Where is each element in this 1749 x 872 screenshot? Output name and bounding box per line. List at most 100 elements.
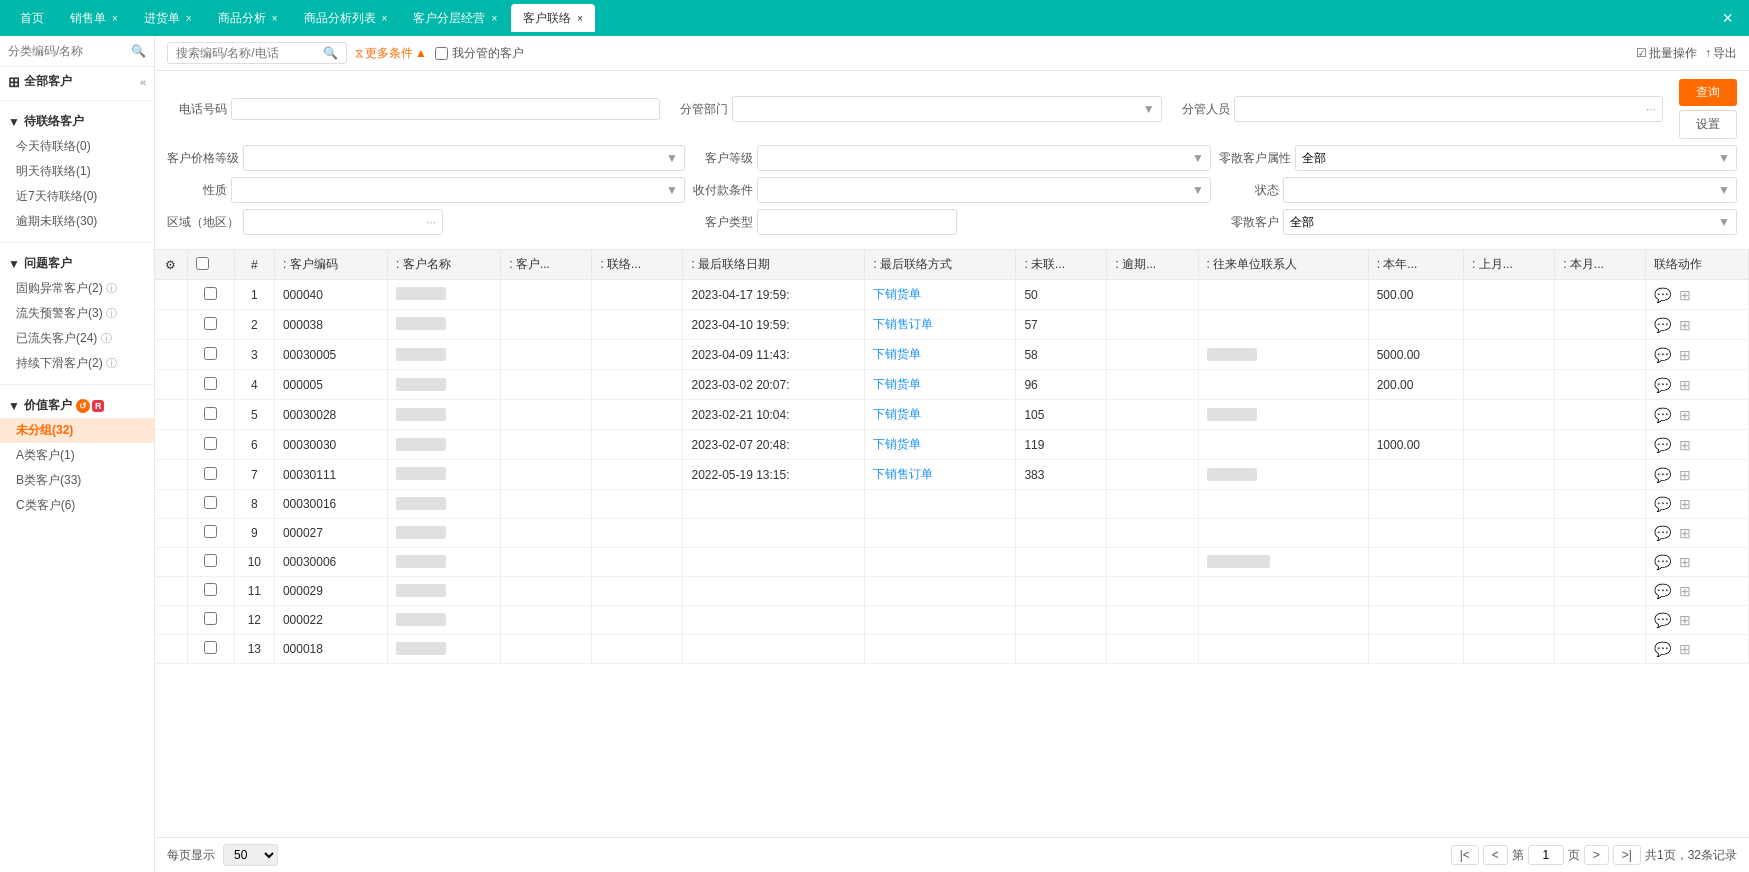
sidebar-item-overdue[interactable]: 逾期未联络(30) (0, 209, 154, 234)
contact-action-icon[interactable]: 💬 (1654, 437, 1671, 453)
col-contact-header[interactable]: : 联络... (592, 250, 683, 280)
col-type-header[interactable]: : 客户... (501, 250, 592, 280)
sidebar-item-tomorrow[interactable]: 明天待联络(1) (0, 159, 154, 184)
prev-page-button[interactable]: < (1483, 845, 1508, 865)
reset-button[interactable]: 设置 (1679, 110, 1737, 139)
tab-sales[interactable]: 销售单 × (58, 4, 130, 32)
col-name-header[interactable]: : 客户名称 (388, 250, 501, 280)
contact-action-icon[interactable]: 💬 (1654, 525, 1671, 541)
row-checkbox[interactable] (204, 437, 217, 450)
tab-customer-contact[interactable]: 客户联络 × (511, 4, 595, 32)
tab-customer-segment[interactable]: 客户分层经营 × (401, 4, 509, 32)
row-checkbox-cell[interactable] (187, 606, 234, 635)
col-overdue-header[interactable]: : 逾期... (1107, 250, 1198, 280)
phone-input[interactable] (231, 98, 660, 120)
gender-select[interactable]: ▼ (231, 177, 685, 203)
col-settings[interactable]: ⚙ (155, 250, 187, 280)
retail-attr-select[interactable]: 全部 ▼ (1295, 145, 1737, 171)
export-button[interactable]: ↑ 导出 (1705, 45, 1737, 62)
row-checkbox-cell[interactable] (187, 548, 234, 577)
row-last-contact-method[interactable]: 下销货单 (865, 370, 1016, 400)
contact-method-link[interactable]: 下销货单 (873, 347, 921, 361)
row-checkbox[interactable] (204, 525, 217, 538)
row-last-contact-method[interactable] (865, 635, 1016, 664)
col-last-month-header[interactable]: : 上月... (1464, 250, 1555, 280)
staff-select[interactable]: ··· (1234, 96, 1663, 122)
row-last-contact-method[interactable] (865, 606, 1016, 635)
retail-customer-select[interactable]: 全部 ▼ (1283, 209, 1737, 235)
sidebar-item-loss-warning[interactable]: 流失预警客户(3) ⓘ (0, 301, 154, 326)
row-last-contact-method[interactable]: 下销货单 (865, 430, 1016, 460)
contact-action-icon[interactable]: 💬 (1654, 347, 1671, 363)
more-action-icon[interactable]: ⊞ (1679, 612, 1691, 628)
sidebar-item-abnormal[interactable]: 固购异常客户(2) ⓘ (0, 276, 154, 301)
more-action-icon[interactable]: ⊞ (1679, 467, 1691, 483)
contact-method-link[interactable]: 下销货单 (873, 437, 921, 451)
region-select[interactable]: ··· (243, 209, 443, 235)
close-product-analysis-list-icon[interactable]: × (382, 13, 388, 24)
row-checkbox-cell[interactable] (187, 310, 234, 340)
region-more-dots[interactable]: ··· (426, 215, 436, 229)
sidebar-item-b-class[interactable]: B类客户(33) (0, 468, 154, 493)
col-checkbox-header[interactable] (187, 250, 234, 280)
row-checkbox[interactable] (204, 407, 217, 420)
row-checkbox-cell[interactable] (187, 519, 234, 548)
filter-search-icon[interactable]: 🔍 (323, 46, 338, 60)
sidebar-search-input[interactable] (8, 44, 127, 58)
sidebar-item-today[interactable]: 今天待联络(0) (0, 134, 154, 159)
row-last-contact-method[interactable]: 下销货单 (865, 400, 1016, 430)
payment-select[interactable]: ▼ (757, 177, 1211, 203)
col-code-header[interactable]: : 客户编码 (274, 250, 387, 280)
value-refresh-badge[interactable]: ↺ (76, 399, 90, 413)
more-action-icon[interactable]: ⊞ (1679, 317, 1691, 333)
row-checkbox[interactable] (204, 496, 217, 509)
query-button[interactable]: 查询 (1679, 79, 1737, 106)
more-action-icon[interactable]: ⊞ (1679, 554, 1691, 570)
row-checkbox-cell[interactable] (187, 577, 234, 606)
contact-action-icon[interactable]: 💬 (1654, 407, 1671, 423)
sidebar-group-pending-title[interactable]: ▼ 待联络客户 (0, 109, 154, 134)
contact-method-link[interactable]: 下销货单 (873, 407, 921, 421)
batch-ops-button[interactable]: ☑ 批量操作 (1636, 45, 1697, 62)
close-sales-icon[interactable]: × (112, 13, 118, 24)
sidebar-item-a-class[interactable]: A类客户(1) (0, 443, 154, 468)
contact-method-link[interactable]: 下销货单 (873, 377, 921, 391)
close-window-icon[interactable]: × (1714, 8, 1741, 28)
sidebar-item-c-class[interactable]: C类客户(6) (0, 493, 154, 518)
col-last-contact-date-header[interactable]: : 最后联络日期 (683, 250, 865, 280)
tab-purchase[interactable]: 进货单 × (132, 4, 204, 32)
sidebar-all-customers[interactable]: ⊞ 全部客户 « (0, 67, 154, 96)
tab-home[interactable]: 首页 (8, 4, 56, 32)
sidebar-collapse-icon[interactable]: « (140, 76, 146, 88)
filter-more-conditions[interactable]: ⧖ 更多条件 ▲ (355, 45, 427, 62)
row-checkbox-cell[interactable] (187, 340, 234, 370)
status-select[interactable]: ▼ (1283, 177, 1737, 203)
row-checkbox[interactable] (204, 641, 217, 654)
contact-action-icon[interactable]: 💬 (1654, 496, 1671, 512)
col-not-contacted-header[interactable]: : 未联... (1016, 250, 1107, 280)
more-action-icon[interactable]: ⊞ (1679, 347, 1691, 363)
row-last-contact-method[interactable] (865, 577, 1016, 606)
row-last-contact-method[interactable] (865, 519, 1016, 548)
contact-method-link[interactable]: 下销货单 (873, 287, 921, 301)
row-last-contact-method[interactable]: 下销售订单 (865, 460, 1016, 490)
contact-method-link[interactable]: 下销售订单 (873, 467, 933, 481)
sidebar-item-unclassified[interactable]: 未分组(32) (0, 418, 154, 443)
price-grade-select[interactable]: ▼ (243, 145, 685, 171)
more-action-icon[interactable]: ⊞ (1679, 525, 1691, 541)
more-action-icon[interactable]: ⊞ (1679, 407, 1691, 423)
more-action-icon[interactable]: ⊞ (1679, 287, 1691, 303)
more-action-icon[interactable]: ⊞ (1679, 583, 1691, 599)
more-action-icon[interactable]: ⊞ (1679, 377, 1691, 393)
sidebar-search-icon[interactable]: 🔍 (131, 44, 146, 58)
next-page-button[interactable]: > (1584, 845, 1609, 865)
my-customers-checkbox[interactable] (435, 47, 448, 60)
close-customer-contact-icon[interactable]: × (577, 13, 583, 24)
row-checkbox[interactable] (204, 377, 217, 390)
sidebar-group-problem-title[interactable]: ▼ 问题客户 (0, 251, 154, 276)
row-last-contact-method[interactable] (865, 548, 1016, 577)
row-checkbox-cell[interactable] (187, 460, 234, 490)
row-checkbox[interactable] (204, 583, 217, 596)
first-page-button[interactable]: |< (1451, 845, 1479, 865)
col-this-year-header[interactable]: : 本年... (1368, 250, 1463, 280)
